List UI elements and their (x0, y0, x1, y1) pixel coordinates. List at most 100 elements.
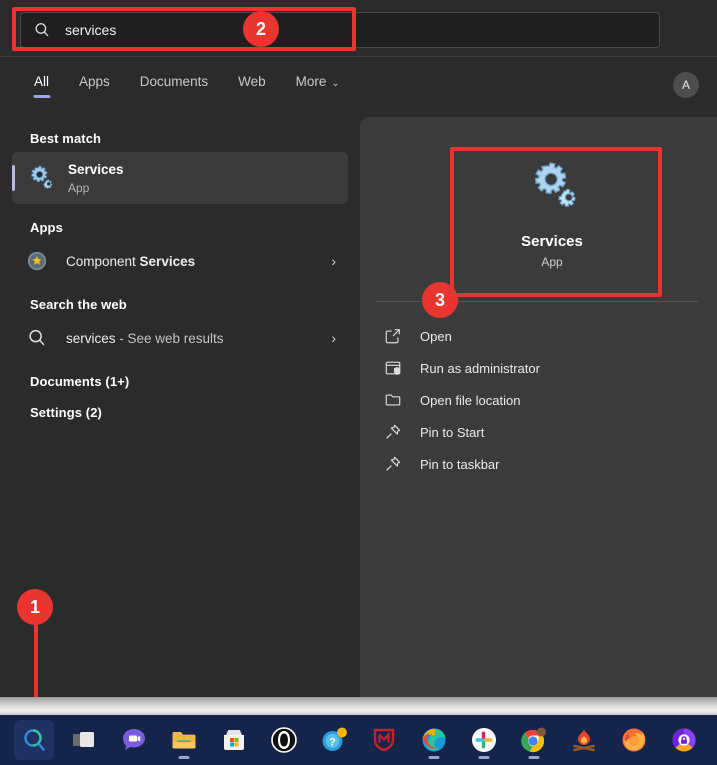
component-services-icon (26, 250, 48, 272)
tab-documents[interactable]: Documents (136, 70, 212, 98)
chat-video-icon (120, 726, 148, 754)
group-heading-best-match: Best match (30, 131, 360, 146)
tab-web-label: Web (238, 74, 266, 89)
web-suffix-text: - See web results (116, 331, 224, 346)
result-component-services[interactable]: Component Services › (12, 241, 348, 281)
folder-icon (170, 726, 198, 754)
search-icon (26, 327, 48, 349)
action-open-file-location[interactable]: Open file location (370, 384, 707, 416)
results-list: Best match Services App (0, 111, 360, 697)
microsoft-store-icon (220, 726, 248, 754)
annotation-marker-3: 3 (422, 282, 458, 318)
presentation-app-button[interactable] (714, 720, 717, 760)
preview-subtitle: App (541, 255, 562, 269)
result-label: services - See web results (66, 331, 224, 346)
tab-all-label: All (34, 74, 49, 89)
action-label: Open file location (420, 393, 520, 408)
selection-indicator (12, 165, 15, 191)
firefox-button[interactable] (614, 720, 654, 760)
pin-icon (384, 423, 402, 441)
result-best-match-services[interactable]: Services App (12, 152, 348, 204)
result-subtitle: App (68, 180, 124, 196)
campfire-icon (570, 726, 598, 754)
microsoft-store-button[interactable] (214, 720, 254, 760)
folder-icon (384, 391, 402, 409)
tab-web[interactable]: Web (234, 70, 270, 98)
services-gears-icon (525, 159, 579, 213)
mcafee-shield-icon (370, 726, 398, 754)
action-open[interactable]: Open (370, 320, 707, 352)
result-title: Services (68, 161, 124, 178)
search-icon (33, 21, 51, 39)
start-button[interactable] (0, 720, 4, 760)
opera-gx-button[interactable] (264, 720, 304, 760)
annotation-marker-2-number: 2 (256, 19, 266, 40)
avatar[interactable]: A (673, 72, 699, 98)
annotation-marker-2: 2 (243, 11, 279, 47)
task-view-button[interactable] (64, 720, 104, 760)
firefox-icon (620, 726, 648, 754)
tab-more-label: More (296, 74, 327, 89)
running-indicator (478, 756, 489, 759)
edge-icon (420, 726, 448, 754)
taskbar-items: ? (0, 720, 717, 760)
result-web-search[interactable]: services - See web results › (12, 318, 348, 358)
group-heading-settings: Settings (2) (30, 405, 360, 420)
edge-button[interactable] (414, 720, 454, 760)
search-input[interactable] (65, 22, 647, 38)
action-label: Pin to taskbar (420, 457, 500, 472)
filter-tabs: All Apps Documents Web More ⌄ (30, 70, 344, 98)
annotation-marker-1-number: 1 (30, 597, 40, 618)
help-support-button[interactable]: ? (314, 720, 354, 760)
filter-tabs-row: All Apps Documents Web More ⌄ A (0, 58, 717, 111)
result-label-prefix: Component (66, 254, 140, 269)
slack-button[interactable] (464, 720, 504, 760)
chat-teams-button[interactable] (114, 720, 154, 760)
running-indicator (428, 756, 439, 759)
action-pin-to-start[interactable]: Pin to Start (370, 416, 707, 448)
search-button[interactable] (14, 720, 54, 760)
chevron-right-icon[interactable]: › (331, 253, 336, 269)
chrome-icon (520, 726, 548, 754)
avast-secure-browser-icon (670, 726, 698, 754)
preview-title: Services (521, 233, 583, 250)
group-heading-search-the-web: Search the web (30, 297, 360, 312)
search-icon (20, 726, 48, 754)
open-external-icon (384, 327, 402, 345)
group-heading-documents: Documents (1+) (30, 374, 360, 389)
tab-all[interactable]: All (30, 70, 53, 98)
opera-gx-icon (270, 726, 298, 754)
action-run-as-administrator[interactable]: Run as administrator (370, 352, 707, 384)
preview-pane: Services App Open (360, 117, 717, 697)
action-label: Pin to Start (420, 425, 484, 440)
search-box[interactable] (20, 12, 660, 48)
tab-more[interactable]: More ⌄ (292, 70, 344, 98)
mcafee-button[interactable] (364, 720, 404, 760)
tab-apps[interactable]: Apps (75, 70, 114, 98)
running-indicator (528, 756, 539, 759)
result-label-match: Services (140, 254, 196, 269)
shield-window-icon (384, 359, 402, 377)
web-query-text: services (66, 331, 116, 346)
running-indicator (178, 756, 189, 759)
desktop-strip (0, 697, 717, 715)
chevron-down-icon: ⌄ (331, 78, 339, 89)
avast-secure-button[interactable] (664, 720, 704, 760)
action-label: Run as administrator (420, 361, 540, 376)
action-label: Open (420, 329, 452, 344)
chrome-button[interactable] (514, 720, 554, 760)
chevron-right-icon[interactable]: › (331, 330, 336, 346)
camp-fire-button[interactable] (564, 720, 604, 760)
services-gears-icon (26, 164, 54, 192)
svg-text:?: ? (329, 737, 336, 749)
action-pin-to-taskbar[interactable]: Pin to taskbar (370, 448, 707, 480)
help-question-icon: ? (320, 726, 348, 754)
annotation-marker-3-number: 3 (435, 290, 445, 311)
file-explorer-button[interactable] (164, 720, 204, 760)
search-flyout: All Apps Documents Web More ⌄ A Best matc… (0, 0, 717, 697)
windows-search-screen: All Apps Documents Web More ⌄ A Best matc… (0, 0, 717, 765)
result-texts: Services App (68, 161, 124, 196)
slack-icon (470, 726, 498, 754)
preview-app-card[interactable]: Services App (452, 144, 652, 284)
result-label: Component Services (66, 254, 195, 269)
